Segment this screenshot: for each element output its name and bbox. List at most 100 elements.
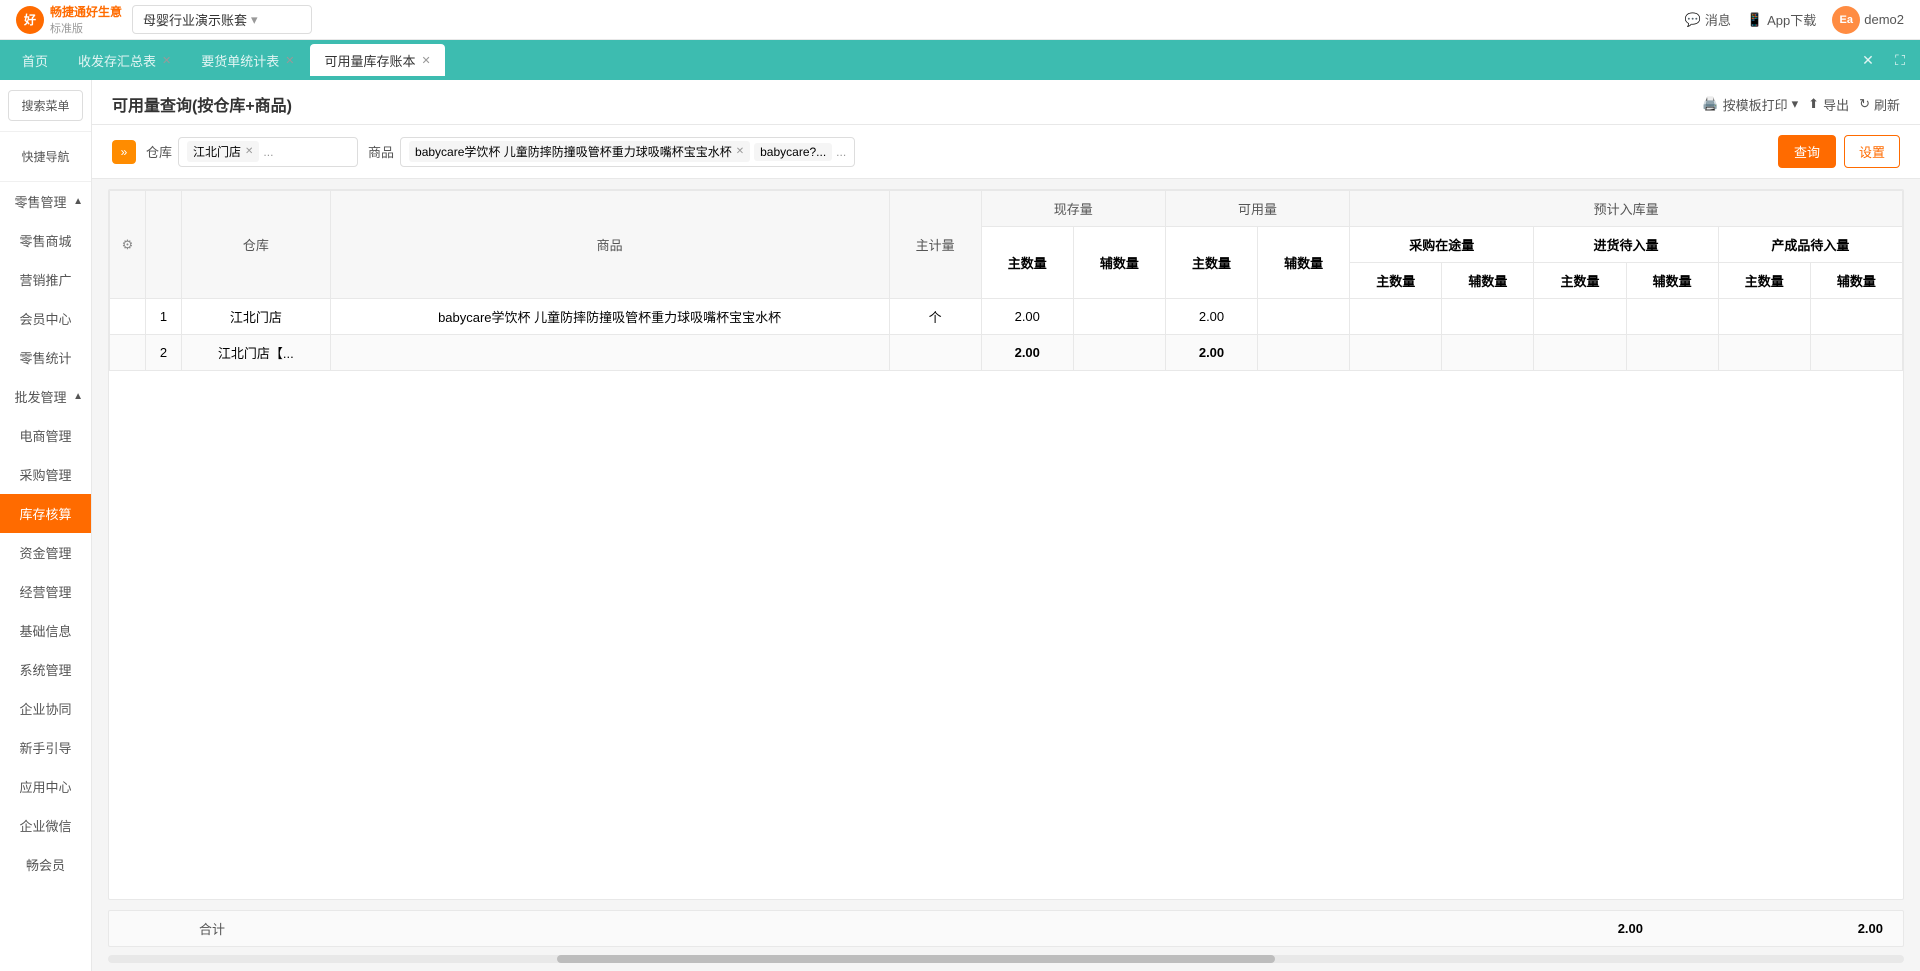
td-production-main: [1718, 335, 1810, 371]
sidebar-item-enterprise-wechat[interactable]: 企业微信: [0, 806, 91, 845]
user-menu[interactable]: Ea demo2: [1832, 6, 1904, 34]
message-btn[interactable]: 💬 消息: [1685, 10, 1731, 29]
sidebar-item-purchase[interactable]: 采购管理: [0, 455, 91, 494]
filter-actions: 查询 设置: [1778, 135, 1900, 168]
sidebar-item-system[interactable]: 系统管理: [0, 650, 91, 689]
sidebar-item-new-guide[interactable]: 新手引导: [0, 728, 91, 767]
td-production-main: [1718, 299, 1810, 335]
td-no: 1: [146, 299, 182, 335]
export-btn[interactable]: ⬆ 导出: [1808, 95, 1849, 114]
tab-close-all[interactable]: ✕: [1856, 48, 1880, 72]
sidebar-item-finance[interactable]: 资金管理: [0, 533, 91, 572]
th-no: [146, 191, 182, 299]
th-current-stock: 现存量: [981, 191, 1165, 227]
sidebar-item-operations[interactable]: 经营管理: [0, 572, 91, 611]
tab-bar-actions: ✕ ⛶: [1856, 48, 1912, 72]
query-btn[interactable]: 查询: [1778, 135, 1836, 168]
td-purchase-main: [1350, 299, 1442, 335]
product-more[interactable]: ...: [836, 145, 846, 159]
quick-nav-btn[interactable]: 快捷导航: [0, 140, 91, 173]
th-pending-main: 主数量: [1534, 263, 1626, 299]
warehouse-more[interactable]: ...: [263, 145, 273, 159]
scrollbar-area: [92, 951, 1920, 971]
sidebar-menu: 零售管理 ▲ 零售商城 营销推广 会员中心 零售统计 批发管理 ▲ 电商管理: [0, 182, 91, 884]
sidebar-item-basic-info[interactable]: 基础信息: [0, 611, 91, 650]
arrow-icon: ▲: [73, 196, 83, 207]
top-bar-right: 💬 消息 📱 App下载 Ea demo2: [1685, 6, 1904, 34]
table-body: 1 江北门店 babycare学饮杯 儿童防摔防撞吸管杯重力球吸嘴杯宝宝水杯 个…: [110, 299, 1903, 371]
table-footer-area: 合计 2.00 2.00: [92, 910, 1920, 951]
sidebar-item-member-plus[interactable]: 畅会员: [0, 845, 91, 884]
warehouse-label: 仓库: [146, 142, 172, 161]
tab-close-receive-send[interactable]: ✕: [162, 54, 171, 67]
footer-values: 2.00 2.00: [1353, 921, 1893, 936]
tab-home[interactable]: 首页: [8, 44, 62, 76]
th-unit: 主计量: [889, 191, 981, 299]
sidebar-item-enterprise-collab[interactable]: 企业协同: [0, 689, 91, 728]
warehouse-tag-close[interactable]: ✕: [245, 146, 253, 157]
sidebar-item-wholesale-mgmt[interactable]: 批发管理 ▲: [0, 377, 91, 416]
org-selector[interactable]: 母婴行业演示账套 ▾: [132, 5, 312, 34]
table-header-row1: ⚙ 仓库 商品 主计量 现存量 可用量 预计入库量: [110, 191, 1903, 227]
td-pending-main: [1534, 299, 1626, 335]
td-pending-main: [1534, 335, 1626, 371]
warehouse-input[interactable]: 江北门店 ✕ ...: [178, 137, 358, 167]
td-production-aux: [1810, 299, 1902, 335]
tab-order-stat[interactable]: 要货单统计表 ✕: [187, 44, 308, 76]
th-production-main: 主数量: [1718, 263, 1810, 299]
td-no: 2: [146, 335, 182, 371]
export-icon: ⬆: [1808, 96, 1819, 112]
footer-label: 合计: [119, 919, 225, 938]
th-purchase-main: 主数量: [1350, 263, 1442, 299]
print-btn[interactable]: 🖨️ 按模板打印 ▾: [1702, 95, 1798, 114]
th-pending-aux: 辅数量: [1626, 263, 1718, 299]
sidebar-item-member[interactable]: 会员中心: [0, 299, 91, 338]
th-purchase-aux: 辅数量: [1442, 263, 1534, 299]
th-available: 可用量: [1165, 191, 1349, 227]
page-actions: 🖨️ 按模板打印 ▾ ⬆ 导出 ↻ 刷新: [1702, 95, 1900, 114]
td-settings: [110, 335, 146, 371]
tab-available-stock[interactable]: 可用量库存账本 ✕: [310, 44, 444, 76]
tab-maximize[interactable]: ⛶: [1888, 48, 1912, 72]
tab-close-available-stock[interactable]: ✕: [422, 54, 431, 67]
th-warehouse: 仓库: [182, 191, 331, 299]
product-tag2: babycare?...: [754, 143, 832, 161]
arrow-icon-wholesale: ▲: [73, 391, 83, 402]
sidebar: 搜索菜单 快捷导航 零售管理 ▲ 零售商城 营销推广 会员中心 零售统计 批发管: [0, 80, 92, 971]
td-product: [330, 335, 889, 371]
table-row: 1 江北门店 babycare学饮杯 儿童防摔防撞吸管杯重力球吸嘴杯宝宝水杯 个…: [110, 299, 1903, 335]
sidebar-item-retail-mall[interactable]: 零售商城: [0, 221, 91, 260]
th-current-main: 主数量: [981, 227, 1073, 299]
expand-icon: »: [121, 145, 128, 159]
product-label: 商品: [368, 142, 394, 161]
filter-expand-btn[interactable]: »: [112, 140, 136, 164]
th-current-aux: 辅数量: [1073, 227, 1165, 299]
sidebar-item-marketing[interactable]: 营销推广: [0, 260, 91, 299]
sidebar-item-inventory[interactable]: 库存核算: [0, 494, 91, 533]
horizontal-scrollbar[interactable]: [108, 955, 1904, 963]
th-settings[interactable]: ⚙: [110, 191, 146, 299]
product-tag1-close[interactable]: ✕: [736, 146, 744, 157]
th-production-aux: 辅数量: [1810, 263, 1902, 299]
sidebar-item-app-center[interactable]: 应用中心: [0, 767, 91, 806]
td-product: babycare学饮杯 儿童防摔防撞吸管杯重力球吸嘴杯宝宝水杯: [330, 299, 889, 335]
sidebar-item-retail-mgmt[interactable]: 零售管理 ▲: [0, 182, 91, 221]
sidebar-item-ecommerce[interactable]: 电商管理: [0, 416, 91, 455]
sidebar-item-retail-stats[interactable]: 零售统计: [0, 338, 91, 377]
table-settings-icon[interactable]: ⚙: [122, 237, 134, 252]
avatar: Ea: [1832, 6, 1860, 34]
tab-bar: 首页 收发存汇总表 ✕ 要货单统计表 ✕ 可用量库存账本 ✕ ✕ ⛶: [0, 40, 1920, 80]
product-input[interactable]: babycare学饮杯 儿童防摔防撞吸管杯重力球吸嘴杯宝宝水杯 ✕ babyca…: [400, 137, 855, 167]
scrollbar-thumb[interactable]: [557, 955, 1275, 963]
td-available-main: 2.00: [1165, 335, 1257, 371]
td-current-main: 2.00: [981, 299, 1073, 335]
tab-close-order-stat[interactable]: ✕: [285, 54, 294, 67]
sidebar-nav-area: 快捷导航: [0, 132, 91, 182]
search-menu-btn[interactable]: 搜索菜单: [8, 90, 83, 121]
footer-current-main: 2.00: [1533, 921, 1653, 936]
settings-btn[interactable]: 设置: [1844, 135, 1900, 168]
app-download-btn[interactable]: 📱 App下载: [1747, 10, 1816, 29]
warehouse-tag: 江北门店 ✕: [187, 141, 259, 162]
tab-receive-send[interactable]: 收发存汇总表 ✕: [64, 44, 185, 76]
refresh-btn[interactable]: ↻ 刷新: [1859, 95, 1900, 114]
